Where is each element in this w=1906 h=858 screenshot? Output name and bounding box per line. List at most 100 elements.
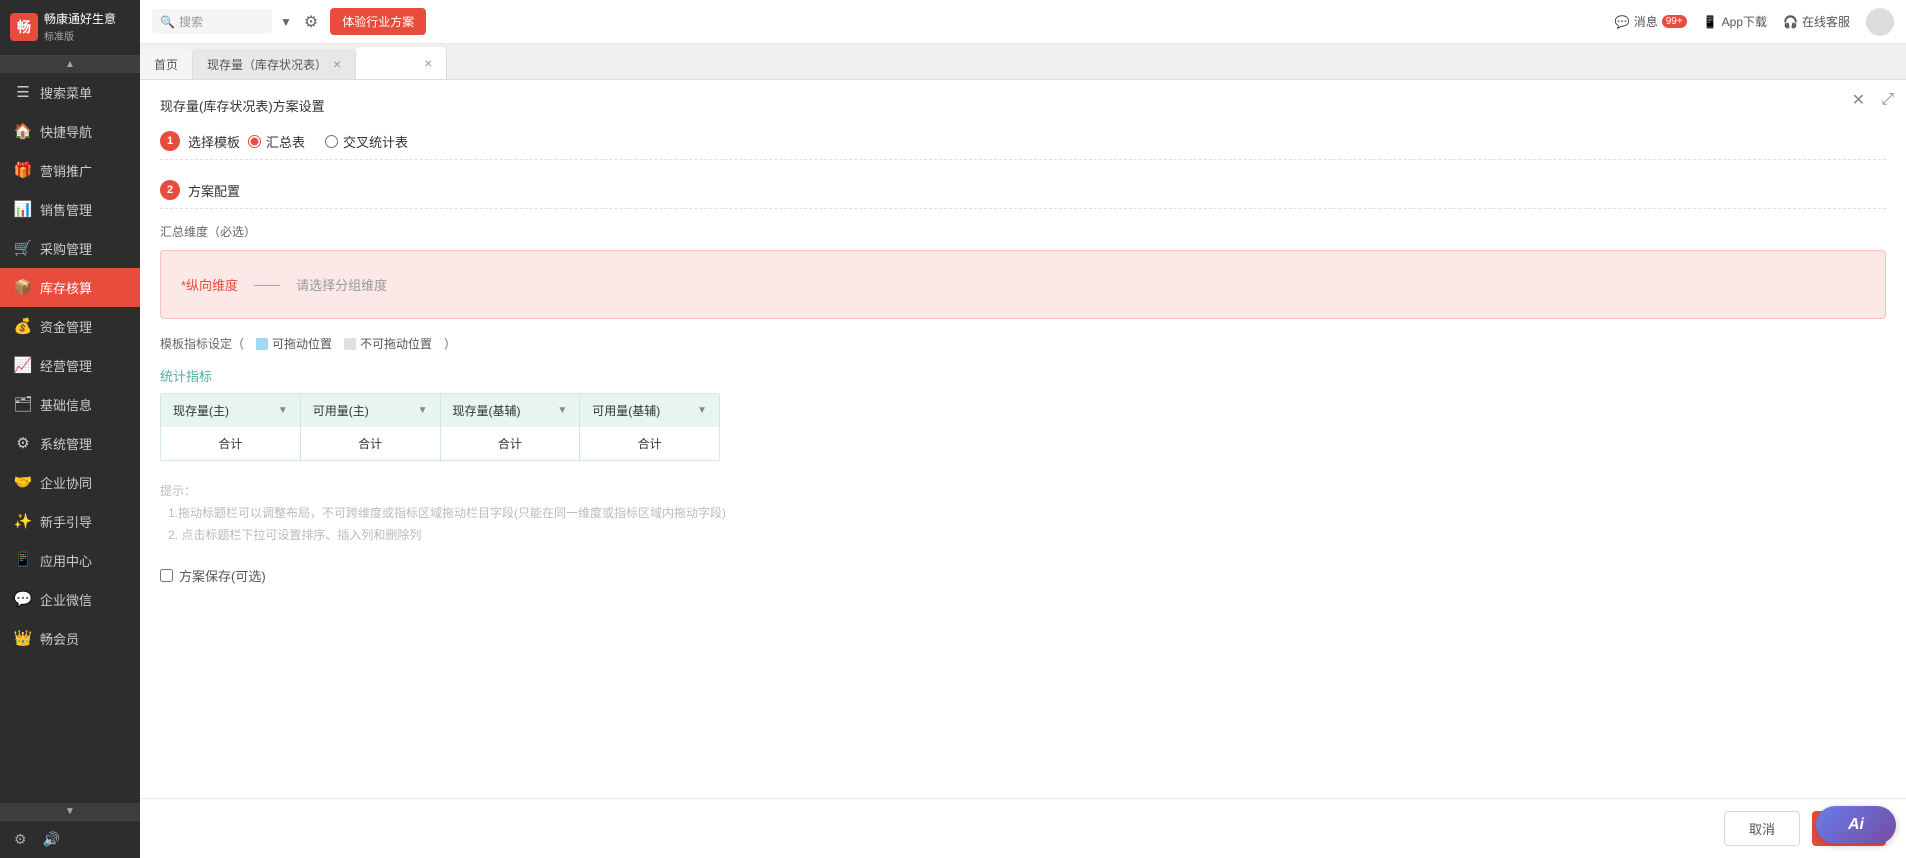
stats-header-cell-2[interactable]: 现存量(基辅)▼ <box>441 394 581 427</box>
radio-cross-label: 交叉统计表 <box>343 132 408 151</box>
inventory-label: 库存核算 <box>40 278 92 297</box>
stats-header-dropdown-1[interactable]: ▼ <box>418 405 428 416</box>
expand-panel-btn[interactable]: ⤢ <box>1877 89 1898 111</box>
topbar-dropdown-btn[interactable]: ▼ <box>280 15 292 29</box>
sidebar-item-finance[interactable]: 💰 资金管理 <box>0 307 140 346</box>
tab-inventory-label: 现存量（库存状况表） <box>207 56 327 73</box>
sidebar: 畅 畅康通好生意 标准版 ▲ ☰ 搜索菜单 🏠 快捷导航 🎁 营销推广 📊 销售… <box>0 0 140 858</box>
tab-home[interactable]: 首页 <box>140 49 193 79</box>
messages-badge: 99+ <box>1662 15 1687 28</box>
stats-header-label-1: 可用量(主) <box>313 402 369 419</box>
save-option-row: 方案保存(可选) <box>160 566 1886 585</box>
basic-info-icon: 🗂 <box>14 395 32 413</box>
close-panel-btn[interactable]: ✕ <box>1848 88 1869 112</box>
trial-industry-btn[interactable]: 体验行业方案 <box>330 8 426 35</box>
sidebar-item-quick-nav[interactable]: 🏠 快捷导航 <box>0 112 140 151</box>
app-version: 标准版 <box>44 28 116 43</box>
sidebar-item-system[interactable]: ⚙ 系统管理 <box>0 424 140 463</box>
finance-icon: 💰 <box>14 317 32 335</box>
sidebar-item-app-center[interactable]: 📱 应用中心 <box>0 541 140 580</box>
sales-icon: 📊 <box>14 200 32 218</box>
wechat-label: 企业微信 <box>40 590 92 609</box>
search-menu-label: 搜索菜单 <box>40 83 92 102</box>
radio-cross[interactable]: 交叉统计表 <box>325 132 408 151</box>
step1-title: 选择模板 <box>188 132 240 151</box>
settings-icon[interactable]: ⚙ <box>14 831 27 848</box>
topbar-app-download[interactable]: 📱 App下载 <box>1703 13 1767 30</box>
tab-new-plan[interactable]: 新建方案 × <box>356 47 447 79</box>
sidebar-item-member[interactable]: 👑 畅会员 <box>0 619 140 658</box>
step2-title: 方案配置 <box>188 181 240 200</box>
save-option-label: 方案保存(可选) <box>179 566 266 585</box>
ai-widget[interactable]: Ai <box>1816 806 1896 844</box>
dimension-row: *纵向维度 —— 请选择分组维度 <box>181 275 1865 294</box>
step1-header: 1 选择模板 汇总表 交叉统计表 <box>160 131 1886 160</box>
system-icon: ⚙ <box>14 434 32 452</box>
step1-badge: 1 <box>160 131 180 151</box>
stats-section: 统计指标 现存量(主)▼可用量(主)▼现存量(基辅)▼可用量(基辅)▼ 合计合计… <box>160 366 1886 466</box>
tab-new-label: 新建方案 <box>370 55 418 72</box>
tab-new-close[interactable]: × <box>424 55 432 71</box>
sidebar-item-sales[interactable]: 📊 销售管理 <box>0 190 140 229</box>
indicator-settings-label: 模板指标设定（ <box>160 335 244 352</box>
ai-label: Ai <box>1848 816 1864 834</box>
system-label: 系统管理 <box>40 434 92 453</box>
app-logo: 畅 畅康通好生意 标准版 <box>0 0 140 56</box>
app-center-label: 应用中心 <box>40 551 92 570</box>
stats-header-cell-0[interactable]: 现存量(主) ▼ <box>161 394 301 427</box>
save-option-checkbox[interactable] <box>160 569 173 582</box>
cancel-btn[interactable]: 取消 <box>1724 811 1800 846</box>
sidebar-scroll-down-btn[interactable]: ▼ <box>0 803 140 820</box>
purchase-label: 采购管理 <box>40 239 92 258</box>
tab-inventory-status[interactable]: 现存量（库存状况表） × <box>193 49 356 79</box>
logo-icon: 畅 <box>10 13 38 41</box>
audio-icon[interactable]: 🔊 <box>43 831 60 848</box>
stats-header-dropdown-2[interactable]: ▼ <box>557 405 567 416</box>
tip-item-1: 1.拖动标题栏可以调整布局，不可跨维度或指标区域拖动栏目字段(只能在同一维度或指… <box>160 503 1886 525</box>
topbar-online-service[interactable]: 🎧 在线客服 <box>1783 13 1850 30</box>
sidebar-bottom: ⚙ 🔊 <box>0 820 140 858</box>
dimension-area: *纵向维度 —— 请选择分组维度 <box>160 250 1886 319</box>
sidebar-scroll-up-btn[interactable]: ▲ <box>0 56 140 73</box>
member-icon: 👑 <box>14 629 32 647</box>
topbar-right: 💬 消息 99+ 📱 App下载 🎧 在线客服 <box>1615 8 1894 36</box>
step2-section: 2 方案配置 汇总维度（必选） *纵向维度 —— 请选择分组维度 模板指标设定（ <box>160 180 1886 546</box>
radio-cross-input[interactable] <box>325 135 338 148</box>
sidebar-item-inventory[interactable]: 📦 库存核算 <box>0 268 140 307</box>
stats-header-dropdown-3[interactable]: ▼ <box>697 405 707 416</box>
panel-title: 现存量(库存状况表)方案设置 <box>160 96 1886 115</box>
radio-summary[interactable]: 汇总表 <box>248 132 305 151</box>
topbar-search-box[interactable]: 🔍 搜索 <box>152 9 272 34</box>
stats-table-body: 合计合计合计合计 <box>161 427 719 460</box>
dimension-placeholder: 请选择分组维度 <box>296 275 387 294</box>
member-label: 畅会员 <box>40 629 79 648</box>
sidebar-item-new-guide[interactable]: ✨ 新手引导 <box>0 502 140 541</box>
non-draggable-badge: 不可拖动位置 <box>344 335 432 352</box>
stats-header-cell-3[interactable]: 可用量(基辅)▼ <box>580 394 719 427</box>
topbar-settings-icon[interactable]: ⚙ <box>300 8 322 36</box>
stats-header-dropdown-0[interactable]: ▼ <box>278 405 288 416</box>
quick-nav-label: 快捷导航 <box>40 122 92 141</box>
sidebar-item-enterprise[interactable]: 🤝 企业协同 <box>0 463 140 502</box>
dimension-form-label: 汇总维度（必选） <box>160 223 1886 240</box>
stats-header-label-0: 现存量(主) <box>173 402 229 419</box>
sidebar-item-basic-info[interactable]: 🗂 基础信息 <box>0 385 140 424</box>
sidebar-item-marketing[interactable]: 🎁 营销推广 <box>0 151 140 190</box>
search-icon: 🔍 <box>160 15 175 29</box>
step1-section: 1 选择模板 汇总表 交叉统计表 <box>160 131 1886 160</box>
sidebar-item-wechat[interactable]: 💬 企业微信 <box>0 580 140 619</box>
sidebar-item-operation[interactable]: 📈 经营管理 <box>0 346 140 385</box>
topbar-messages[interactable]: 💬 消息 99+ <box>1615 13 1687 30</box>
step2-header: 2 方案配置 <box>160 180 1886 209</box>
sidebar-item-search-menu[interactable]: ☰ 搜索菜单 <box>0 73 140 112</box>
step2-badge: 2 <box>160 180 180 200</box>
non-draggable-dot <box>344 338 356 350</box>
operation-icon: 📈 <box>14 356 32 374</box>
sidebar-item-purchase[interactable]: 🛒 采购管理 <box>0 229 140 268</box>
tab-inventory-close[interactable]: × <box>333 56 341 72</box>
tip-item-2: 2. 点击标题栏下拉可设置排序、插入列和删除列 <box>160 525 1886 547</box>
radio-summary-input[interactable] <box>248 135 261 148</box>
user-avatar[interactable] <box>1866 8 1894 36</box>
topbar: 🔍 搜索 ▼ ⚙ 体验行业方案 💬 消息 99+ 📱 App下载 🎧 在线客服 <box>140 0 1906 44</box>
stats-header-cell-1[interactable]: 可用量(主) ▼ <box>301 394 441 427</box>
